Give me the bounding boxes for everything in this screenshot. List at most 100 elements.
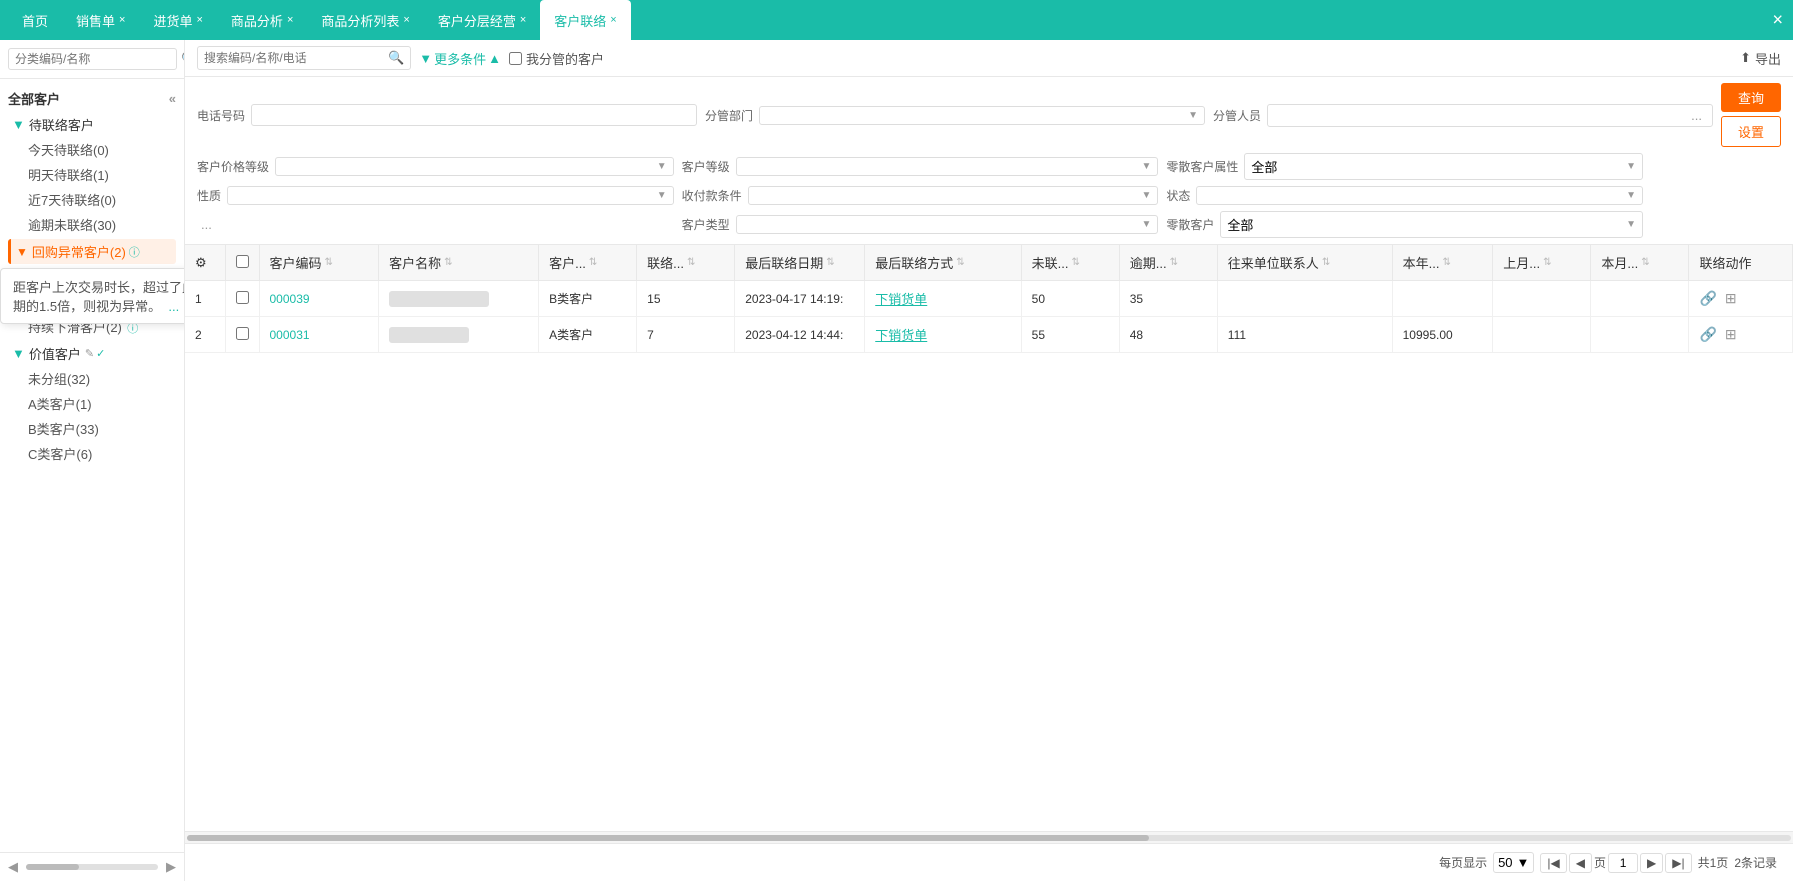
sidebar-group-value-header[interactable]: ▼ 价值客户 ✎ ✓ <box>8 341 176 366</box>
nav-product-analysis-close[interactable]: × <box>287 14 293 26</box>
sort-overdue-icon[interactable]: ⇅ <box>1170 257 1178 268</box>
settings-icon[interactable]: ⚙ <box>195 255 207 270</box>
nav-purchase[interactable]: 进货单 × <box>139 0 216 40</box>
sidebar-group-pending-header[interactable]: ▼ 待联络客户 <box>8 112 176 137</box>
sidebar-collapse-icon[interactable]: « <box>169 91 176 106</box>
nav-purchase-close[interactable]: × <box>196 14 202 26</box>
nav-home[interactable]: 首页 <box>8 0 62 40</box>
sidebar-search-input[interactable] <box>8 48 177 70</box>
sidebar-item-today[interactable]: 今天待联络(0) <box>8 137 176 162</box>
nav-product-list[interactable]: 商品分析列表 × <box>307 0 423 40</box>
td-check-2 <box>225 317 259 353</box>
info-icon[interactable]: ⓘ <box>129 244 140 260</box>
sidebar-item-type-c[interactable]: C类客户(6) <box>8 441 176 466</box>
nav-sales-close[interactable]: × <box>119 14 125 26</box>
dept-select[interactable]: ▼ <box>759 106 1205 125</box>
more-conditions-btn[interactable]: ▼ 更多条件 ▲ <box>419 49 501 68</box>
pay-select[interactable]: ▼ <box>748 186 1159 205</box>
sort-date-icon[interactable]: ⇅ <box>826 257 834 268</box>
filter-price-level: 客户价格等级 ▼ <box>197 157 674 176</box>
sidebar-item-type-b[interactable]: B类客户(33) <box>8 416 176 441</box>
td-code-1[interactable]: 000039 <box>259 281 379 317</box>
nav-customer-segment[interactable]: 客户分层经营 × <box>424 0 540 40</box>
scatter-prop-select[interactable]: 全部 ▼ <box>1244 153 1643 180</box>
sidebar-item-type-a[interactable]: A类客户(1) <box>8 391 176 416</box>
cust-type-select[interactable]: ▼ <box>736 215 1159 234</box>
sort-name-icon[interactable]: ⇅ <box>444 257 452 268</box>
sort-company-icon[interactable]: ⇅ <box>1322 257 1330 268</box>
search-input[interactable] <box>204 51 384 65</box>
sidebar-item-tomorrow[interactable]: 明天待联络(1) <box>8 162 176 187</box>
my-customers-check[interactable]: 我分管的客户 <box>509 49 604 68</box>
row1-checkbox[interactable] <box>236 291 249 304</box>
filter-row-3: 性质 ▼ 收付款条件 ▼ 状态 <box>197 186 1781 205</box>
query-button[interactable]: 查询 <box>1721 83 1781 112</box>
price-level-select[interactable]: ▼ <box>275 157 674 176</box>
sort-code-icon[interactable]: ⇅ <box>325 257 333 268</box>
sidebar-scroll-right[interactable]: ▶ <box>162 857 180 877</box>
sidebar-hscrollbar-thumb <box>26 864 79 870</box>
page-first-btn[interactable]: |◀ <box>1540 853 1566 873</box>
td-name-2[interactable] <box>379 317 539 353</box>
sidebar-item-ungrouped[interactable]: 未分组(32) <box>8 366 176 391</box>
select-all-checkbox[interactable] <box>236 255 249 268</box>
nav-customer-segment-close[interactable]: × <box>520 14 526 26</box>
my-customers-checkbox[interactable] <box>509 52 522 65</box>
sidebar-all-customers[interactable]: 全部客户 « <box>8 85 176 112</box>
td-method-1[interactable]: 下销货单 <box>865 281 1021 317</box>
sort-tmonth-icon[interactable]: ⇅ <box>1641 257 1649 268</box>
td-name-1[interactable] <box>379 281 539 317</box>
td-method-2[interactable]: 下销货单 <box>865 317 1021 353</box>
page-size-select[interactable]: 50 ▼ <box>1493 852 1534 873</box>
row2-checkbox[interactable] <box>236 327 249 340</box>
horizontal-scrollbar[interactable] <box>185 831 1793 843</box>
page-input[interactable] <box>1608 853 1638 873</box>
search-icon[interactable]: 🔍 <box>388 50 404 66</box>
row4-dots-btn[interactable]: ... <box>197 217 216 232</box>
nav-product-analysis[interactable]: 商品分析 × <box>217 0 307 40</box>
set-button[interactable]: 设置 <box>1721 116 1781 147</box>
sort-type-icon[interactable]: ⇅ <box>589 257 597 268</box>
info-icon-value[interactable]: ✓ <box>96 347 105 360</box>
sort-lmonth-icon[interactable]: ⇅ <box>1543 257 1551 268</box>
name-placeholder-1 <box>389 291 489 307</box>
page-next-btn[interactable]: ▶ <box>1640 853 1663 873</box>
link-action-icon-2[interactable]: 🔗 <box>1699 326 1716 343</box>
nav-sales[interactable]: 销售单 × <box>62 0 139 40</box>
grid-action-icon-1[interactable]: ⊞ <box>1725 290 1737 307</box>
chevron-down-icon-gender: ▼ <box>657 190 667 201</box>
sidebar-item-7days[interactable]: 近7天待联络(0) <box>8 187 176 212</box>
tooltip-more[interactable]: ... <box>168 299 179 314</box>
sidebar-group-abnormal-header[interactable]: ▼ 回购异常客户(2) ⓘ <box>8 239 176 264</box>
cust-level-select[interactable]: ▼ <box>736 157 1159 176</box>
phone-input[interactable] <box>251 104 697 126</box>
staff-select[interactable]: ... <box>1267 104 1713 127</box>
scatter-select[interactable]: 全部 ▼ <box>1220 211 1643 238</box>
td-type-1: B类客户 <box>539 281 637 317</box>
sort-uncontacted-icon[interactable]: ⇅ <box>1071 257 1079 268</box>
sort-method-icon[interactable]: ⇅ <box>956 257 964 268</box>
edit-icon-value[interactable]: ✎ <box>85 347 94 360</box>
th-this-month: 本月... ⇅ <box>1591 245 1689 281</box>
nav-product-list-close[interactable]: × <box>403 14 409 26</box>
td-code-2[interactable]: 000031 <box>259 317 379 353</box>
sort-year-icon[interactable]: ⇅ <box>1442 257 1450 268</box>
status-select[interactable]: ▼ <box>1196 186 1643 205</box>
export-btn[interactable]: ⬆ 导出 <box>1740 49 1781 68</box>
nav-customer-contact[interactable]: 客户联络 × <box>540 0 630 40</box>
link-action-icon-1[interactable]: 🔗 <box>1699 290 1716 307</box>
page-last-btn[interactable]: ▶| <box>1665 853 1691 873</box>
nav-customer-contact-close[interactable]: × <box>610 14 616 26</box>
window-close-btn[interactable]: × <box>1772 10 1783 31</box>
page-prev-btn[interactable]: ◀ <box>1569 853 1592 873</box>
gender-select[interactable]: ▼ <box>227 186 674 205</box>
scrollbar-thumb[interactable] <box>187 835 1149 841</box>
chevron-down-icon: ▼ <box>12 117 25 132</box>
sort-contacts-icon[interactable]: ⇅ <box>687 257 695 268</box>
table-wrap: ⚙ 客户编码 ⇅ <box>185 245 1793 831</box>
sidebar-scroll-left[interactable]: ◀ <box>4 857 22 877</box>
grid-action-icon-2[interactable]: ⊞ <box>1725 326 1737 343</box>
sidebar-item-overdue[interactable]: 逾期未联络(30) <box>8 212 176 237</box>
staff-dots-btn[interactable]: ... <box>1687 108 1706 123</box>
sidebar-search-icon[interactable]: 🔍 <box>181 51 185 67</box>
